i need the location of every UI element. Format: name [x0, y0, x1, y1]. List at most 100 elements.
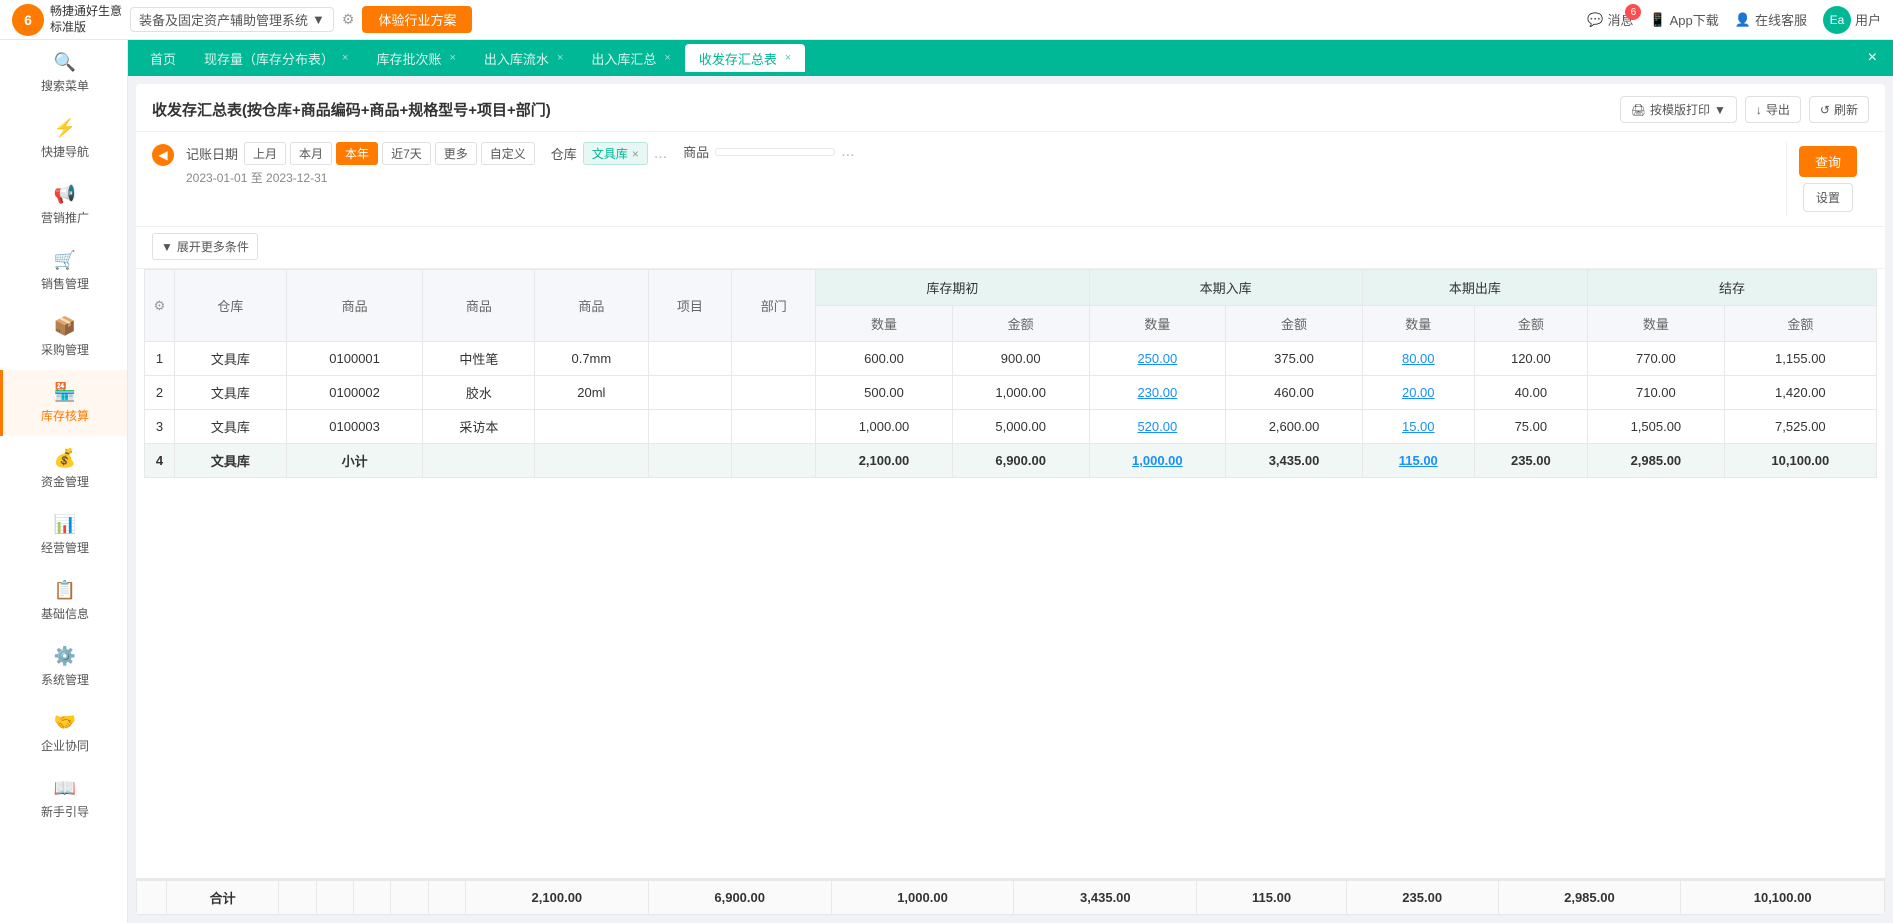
date-btn-custom[interactable]: 自定义 — [481, 142, 535, 165]
tab-close-icon[interactable]: × — [785, 52, 791, 64]
date-btn-7days[interactable]: 近7天 — [382, 142, 431, 165]
tab-stock-dist[interactable]: 现存量（库存分布表） × — [190, 44, 362, 72]
sidebar-item-inventory[interactable]: 🏪 库存核算 — [0, 370, 127, 436]
user-item[interactable]: Ea 用户 — [1823, 6, 1881, 34]
sidebar-label: 搜索菜单 — [41, 77, 89, 94]
refresh-button[interactable]: ↺ 刷新 — [1809, 96, 1869, 123]
page-title: 收发存汇总表(按仓库+商品编码+商品+规格型号+项目+部门) — [152, 99, 551, 120]
tab-recv-send[interactable]: 收发存汇总表 × — [685, 44, 805, 72]
expand-more-button[interactable]: ▼ 展开更多条件 — [152, 233, 258, 260]
message-item[interactable]: 💬 消息 6 — [1587, 10, 1633, 29]
column-settings[interactable]: ⚙ — [145, 270, 175, 342]
chevron-down-icon: ▼ — [312, 12, 325, 27]
sidebar-label: 资金管理 — [41, 473, 89, 490]
row-issue-qty[interactable]: 15.00 — [1362, 410, 1474, 444]
col-issue-group: 本期出库 — [1362, 270, 1587, 306]
tab-close-icon[interactable]: × — [342, 52, 348, 64]
row-issue-amt: 75.00 — [1474, 410, 1587, 444]
warehouse-more-button[interactable]: ... — [654, 145, 667, 163]
row-department — [732, 410, 816, 444]
col-opening-amt: 金额 — [952, 306, 1089, 342]
sidebar-item-basic[interactable]: 📋 基础信息 — [0, 568, 127, 634]
tab-flow[interactable]: 出入库流水 × — [470, 44, 577, 72]
sidebar-item-guide[interactable]: 📖 新手引导 — [0, 766, 127, 832]
goods-more-button[interactable]: ... — [841, 143, 854, 161]
row-issue-qty[interactable]: 20.00 — [1362, 376, 1474, 410]
sidebar-item-operations[interactable]: 📊 经营管理 — [0, 502, 127, 568]
filter-settings-button[interactable]: 设置 — [1803, 183, 1853, 212]
trial-button[interactable]: 体验行业方案 — [362, 6, 472, 33]
warehouse-label: 仓库 — [551, 144, 577, 163]
purchase-icon: 📦 — [54, 316, 76, 337]
sidebar-item-purchase[interactable]: 📦 采购管理 — [0, 304, 127, 370]
row-goods-spec — [535, 410, 648, 444]
top-bar: 6 畅捷通好生意 标准版 装备及固定资产辅助管理系统 ▼ ⚙ 体验行业方案 💬 … — [0, 0, 1893, 40]
subtotal-warehouse: 文具库 — [175, 444, 287, 478]
row-goods-spec: 20ml — [535, 376, 648, 410]
system-icon: ⚙️ — [54, 646, 76, 667]
row-closing-qty: 1,505.00 — [1588, 410, 1725, 444]
footer-opening-qty: 2,100.00 — [465, 881, 648, 915]
tab-home-label: 首页 — [150, 49, 176, 68]
goods-filter-group: 商品 ... — [683, 142, 854, 161]
sidebar-item-marketing[interactable]: 📢 营销推广 — [0, 172, 127, 238]
filter-row-1: 记账日期 上月 本月 本年 近7天 更多 自定义 — [186, 142, 1774, 186]
subtotal-issue-qty[interactable]: 115.00 — [1362, 444, 1474, 478]
date-btn-last-month[interactable]: 上月 — [244, 142, 286, 165]
export-button[interactable]: ↓ 导出 — [1745, 96, 1801, 123]
row-receipt-qty[interactable]: 230.00 — [1089, 376, 1226, 410]
sidebar-item-finance[interactable]: 💰 资金管理 — [0, 436, 127, 502]
print-icon: 🖨 — [1631, 103, 1646, 117]
content-area: 首页 现存量（库存分布表） × 库存批次账 × 出入库流水 × 出入库汇总 × — [128, 40, 1893, 923]
app-download-item[interactable]: 📱 App下载 — [1649, 10, 1718, 29]
goods-input[interactable] — [715, 148, 835, 156]
message-icon: 💬 — [1587, 12, 1603, 28]
date-btn-this-month[interactable]: 本月 — [290, 142, 332, 165]
subtotal-receipt-amt: 3,435.00 — [1226, 444, 1363, 478]
row-receipt-qty[interactable]: 520.00 — [1089, 410, 1226, 444]
col-closing-group: 结存 — [1588, 270, 1877, 306]
page-content: 收发存汇总表(按仓库+商品编码+商品+规格型号+项目+部门) 🖨 按模版打印 ▼… — [136, 84, 1885, 915]
filter-toggle-button[interactable]: ◀ — [152, 144, 174, 166]
query-button[interactable]: 查询 — [1799, 146, 1857, 177]
sidebar-item-quick[interactable]: ⚡ 快捷导航 — [0, 106, 127, 172]
row-opening-amt: 5,000.00 — [952, 410, 1089, 444]
warehouse-tag: 文具库 × — [583, 142, 648, 165]
subtotal-closing-qty: 2,985.00 — [1588, 444, 1725, 478]
tab-bar: 首页 现存量（库存分布表） × 库存批次账 × 出入库流水 × 出入库汇总 × — [128, 40, 1893, 76]
sidebar-label: 销售管理 — [41, 275, 89, 292]
row-goods-name: 采访本 — [423, 410, 535, 444]
tab-bar-close-icon[interactable]: × — [1860, 49, 1885, 67]
tab-close-icon[interactable]: × — [557, 52, 563, 64]
tab-summary[interactable]: 出入库汇总 × — [577, 44, 684, 72]
date-btn-more[interactable]: 更多 — [435, 142, 477, 165]
date-filter-group: 记账日期 上月 本月 本年 近7天 更多 自定义 — [186, 142, 535, 186]
date-btn-this-year[interactable]: 本年 — [336, 142, 378, 165]
system-selector[interactable]: 装备及固定资产辅助管理系统 ▼ — [130, 7, 334, 32]
sidebar-item-enterprise[interactable]: 🤝 企业协同 — [0, 700, 127, 766]
online-service-item[interactable]: 👤 在线客服 — [1735, 10, 1807, 29]
operations-icon: 📊 — [54, 514, 76, 535]
sidebar-label: 库存核算 — [41, 407, 89, 424]
top-bar-left: 6 畅捷通好生意 标准版 装备及固定资产辅助管理系统 ▼ ⚙ 体验行业方案 — [12, 4, 472, 36]
footer-receipt-qty: 1,000.00 — [831, 881, 1014, 915]
sidebar-item-search[interactable]: 🔍 搜索菜单 — [0, 40, 127, 106]
sidebar-item-system[interactable]: ⚙️ 系统管理 — [0, 634, 127, 700]
sidebar-item-sales[interactable]: 🛒 销售管理 — [0, 238, 127, 304]
date-range-text: 2023-01-01 至 2023-12-31 — [186, 169, 535, 186]
row-receipt-qty[interactable]: 250.00 — [1089, 342, 1226, 376]
warehouse-tag-close[interactable]: × — [632, 147, 639, 161]
col-receipt-amt: 金额 — [1226, 306, 1363, 342]
tab-close-icon[interactable]: × — [664, 52, 670, 64]
print-button[interactable]: 🖨 按模版打印 ▼ — [1620, 96, 1737, 123]
subtotal-receipt-qty[interactable]: 1,000.00 — [1089, 444, 1226, 478]
finance-icon: 💰 — [54, 448, 76, 469]
tab-close-icon[interactable]: × — [449, 52, 455, 64]
tab-home[interactable]: 首页 — [136, 44, 190, 72]
row-issue-qty[interactable]: 80.00 — [1362, 342, 1474, 376]
footer-issue-qty: 115.00 — [1197, 881, 1347, 915]
footer-label: 合计 — [167, 881, 279, 915]
sidebar-label: 企业协同 — [41, 737, 89, 754]
tab-batch[interactable]: 库存批次账 × — [362, 44, 469, 72]
settings-icon[interactable]: ⚙ — [342, 11, 355, 28]
